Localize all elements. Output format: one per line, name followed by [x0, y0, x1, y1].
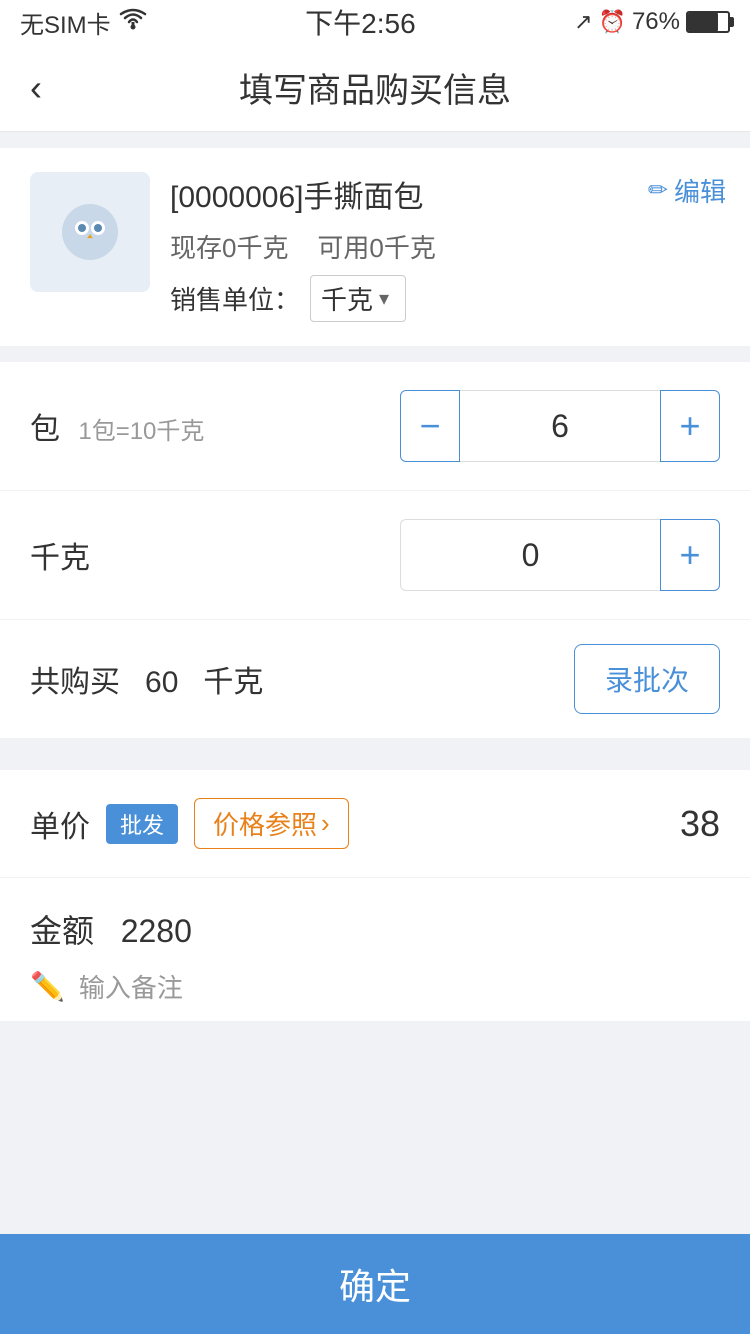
unit-select[interactable]: 千克 ▾ — [310, 275, 406, 322]
package-qty-control: − + — [400, 390, 720, 462]
kg-plus-button[interactable]: + — [660, 519, 720, 591]
price-section: 单价 批发 价格参照 › 38 — [0, 754, 750, 877]
package-plus-button[interactable]: + — [660, 390, 720, 462]
status-right: ↗ ⏰ 76% — [574, 8, 730, 36]
chevron-down-icon: ▾ — [379, 286, 389, 311]
product-card: [0000006]手撕面包 现存0千克 可用0千克 销售单位： 千克 ▾ ✏ 编… — [0, 148, 750, 346]
price-tag: 批发 — [106, 804, 178, 844]
product-image — [30, 172, 150, 292]
amount-section: 金额 2280 ✏️ 输入备注 — [0, 877, 750, 1021]
price-reference-button[interactable]: 价格参照 › — [194, 798, 349, 849]
input-section: 包 1包=10千克 − + 千克 + — [0, 362, 750, 620]
battery-icon — [686, 11, 730, 33]
total-row: 共购买 60 千克 录批次 — [0, 620, 750, 738]
alarm-icon: ⏰ — [599, 9, 626, 35]
location-icon: ↗ — [574, 9, 592, 35]
package-hint: 1包=10千克 — [78, 418, 204, 445]
page-title: 填写商品购买信息 — [239, 63, 511, 112]
total-text: 共购买 60 千克 — [30, 657, 263, 701]
confirm-bar[interactable]: 确定 — [0, 1234, 750, 1334]
price-value: 38 — [680, 803, 720, 845]
status-bar: 无SIM卡 下午2:56 ↗ ⏰ 76% — [0, 0, 750, 44]
edit-icon: ✏ — [648, 176, 668, 205]
nav-bar: ‹ 填写商品购买信息 — [0, 44, 750, 132]
section-separator-2 — [0, 738, 750, 754]
kg-qty-input[interactable] — [400, 519, 660, 591]
total-value: 60 — [145, 666, 178, 699]
battery-percent: 76% — [632, 8, 680, 36]
status-left: 无SIM卡 — [20, 5, 147, 40]
product-name: [0000006]手撕面包 — [170, 172, 720, 216]
section-separator-1 — [0, 346, 750, 362]
amount-value: 2280 — [121, 913, 192, 949]
amount-row: 金额 2280 — [30, 906, 720, 952]
wifi-icon — [119, 8, 147, 37]
back-button[interactable]: ‹ — [20, 57, 52, 119]
chevron-right-icon: › — [321, 808, 330, 839]
edit-button[interactable]: ✏ 编辑 — [648, 172, 726, 209]
product-info: [0000006]手撕面包 现存0千克 可用0千克 销售单位： 千克 ▾ — [170, 172, 720, 322]
record-batch-button[interactable]: 录批次 — [574, 644, 720, 714]
price-label: 单价 — [30, 802, 90, 846]
note-row[interactable]: ✏️ 输入备注 — [30, 968, 720, 1005]
confirm-button[interactable]: 确定 — [339, 1258, 411, 1310]
package-qty-input[interactable] — [460, 390, 660, 462]
package-label: 包 1包=10千克 — [30, 404, 400, 448]
package-row: 包 1包=10千克 − + — [0, 362, 750, 491]
kg-row: 千克 + — [0, 491, 750, 620]
package-minus-button[interactable]: − — [400, 390, 460, 462]
kg-qty-control: + — [400, 519, 720, 591]
product-stock: 现存0千克 可用0千克 — [170, 228, 720, 265]
status-time: 下午2:56 — [305, 2, 416, 42]
kg-label: 千克 — [30, 533, 400, 577]
product-unit: 销售单位： 千克 ▾ — [170, 275, 720, 322]
pencil-icon: ✏️ — [30, 970, 65, 1003]
note-placeholder[interactable]: 输入备注 — [79, 968, 183, 1005]
carrier-label: 无SIM卡 — [20, 5, 111, 40]
